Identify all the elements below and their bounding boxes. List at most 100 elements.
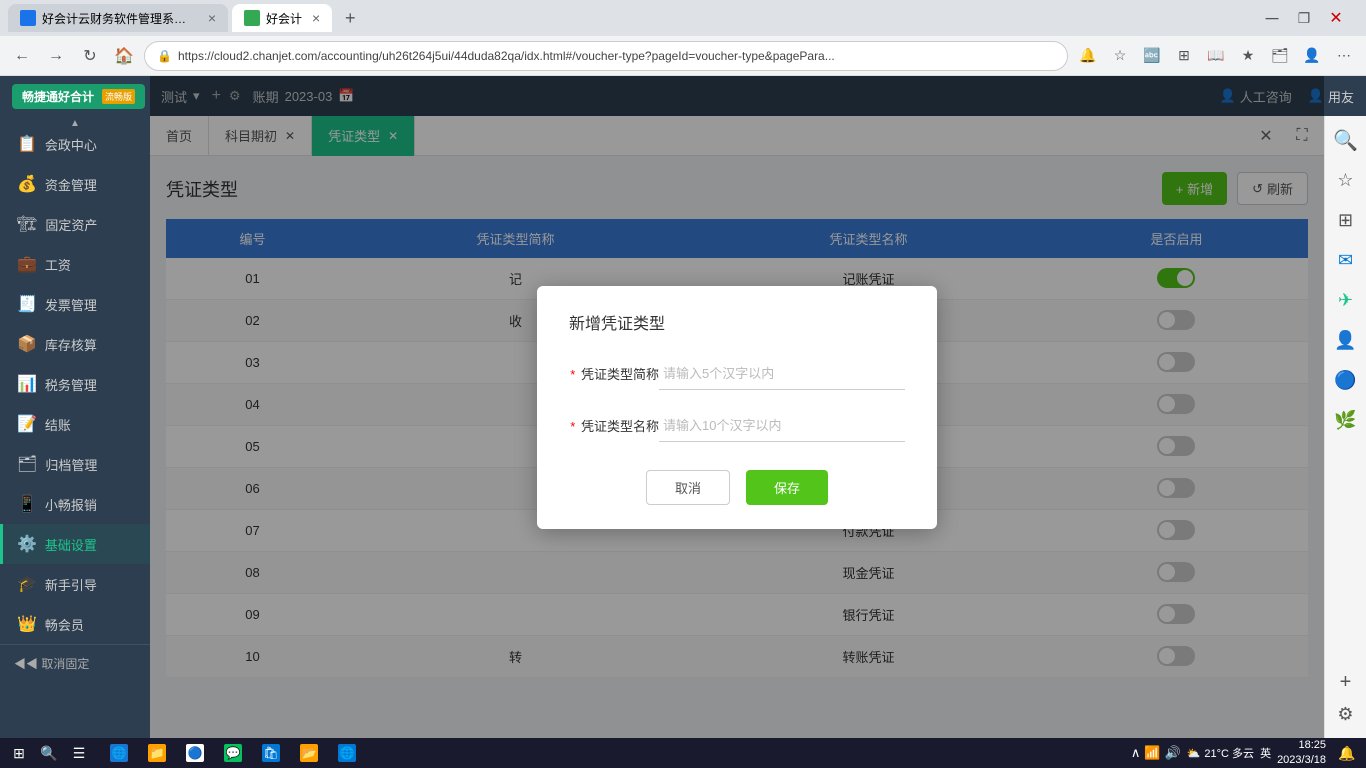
date-display: 2023/3/18 <box>1277 753 1326 768</box>
sidebar-item-label-invoice: 发票管理 <box>45 295 97 314</box>
sidebar-item-salary[interactable]: 💼 工资 <box>0 244 150 284</box>
browser-tab-1[interactable]: 好会计云财务软件管理系统_会计 × <box>8 4 228 32</box>
edge-app-icon: 🌐 <box>338 744 356 762</box>
sidebar-item-label-salary: 工资 <box>45 255 71 274</box>
close-period-icon: 📝 <box>17 414 37 434</box>
logo-badge: 流畅版 <box>102 89 135 104</box>
short-name-label: * 凭证类型简称 <box>569 364 659 383</box>
taskbar-file-app[interactable]: 📂 <box>292 741 326 765</box>
full-name-row: * 凭证类型名称 <box>569 410 905 442</box>
volume-icon[interactable]: 🔊 <box>1165 745 1181 761</box>
cancel-btn[interactable]: 取消 <box>646 470 730 505</box>
browser-tab-2[interactable]: 好会计 × <box>232 4 332 32</box>
sidebar-item-member[interactable]: 👑 畅会员 <box>0 604 150 644</box>
start-btn[interactable]: ⊞ <box>4 741 34 765</box>
sidebar-item-invoice[interactable]: 🧾 发票管理 <box>0 284 150 324</box>
lang-text: 英 <box>1260 745 1271 761</box>
name-label-text: 凭证类型名称 <box>581 419 659 434</box>
taskbar-edge-app[interactable]: 🌐 <box>330 741 364 765</box>
browser-app-icon: 🌐 <box>110 744 128 762</box>
split-view-icon[interactable]: ⊞ <box>1170 42 1198 70</box>
extension-icon[interactable]: 🔔 <box>1074 42 1102 70</box>
sidebar-scroll-top: ▲ <box>0 116 150 124</box>
sidebar-item-archive[interactable]: 🗂 归档管理 <box>0 444 150 484</box>
address-bar: ← → ↻ 🏠 🔒 https://cloud2.chanjet.com/acc… <box>0 36 1366 76</box>
dialog-footer: 取消 保存 <box>569 470 905 505</box>
full-name-label: * 凭证类型名称 <box>569 416 659 435</box>
sidebar-item-capital[interactable]: 💰 资金管理 <box>0 164 150 204</box>
required-star2: * <box>570 419 575 434</box>
sidebar-item-tax[interactable]: 📊 税务管理 <box>0 364 150 404</box>
minimize-btn[interactable]: ─ <box>1258 4 1286 32</box>
taskbar-store-app[interactable]: 🛍 <box>254 741 288 765</box>
sidebar-item-fixed-assets[interactable]: 🏗 固定资产 <box>0 204 150 244</box>
network-icon[interactable]: 📶 <box>1144 745 1160 761</box>
read-mode-icon[interactable]: 📖 <box>1202 42 1230 70</box>
home-btn[interactable]: 🏠 <box>110 42 138 70</box>
url-input[interactable]: 🔒 https://cloud2.chanjet.com/accounting/… <box>144 41 1068 71</box>
inventory-icon: 📦 <box>17 334 37 354</box>
right-panel-bottom: + ⚙ <box>1330 666 1362 730</box>
search-btn[interactable]: 🔍 <box>34 741 64 765</box>
url-text: https://cloud2.chanjet.com/accounting/uh… <box>178 49 835 63</box>
basic-settings-icon: ⚙️ <box>17 534 37 554</box>
right-leaf-icon[interactable]: 🌿 <box>1330 404 1362 436</box>
taskbar-right: ∧ 📶 🔊 ⛅ 21°C 多云 英 18:25 2023/3/18 🔔 <box>1131 738 1362 768</box>
app-logo: 畅捷通好合计 流畅版 <box>12 84 145 109</box>
member-icon: 👑 <box>17 614 37 634</box>
required-star: * <box>570 367 575 382</box>
close-btn[interactable]: ✕ <box>1322 4 1350 32</box>
right-user-icon[interactable]: 👤 <box>1330 324 1362 356</box>
task-view-btn[interactable]: ☰ <box>64 741 94 765</box>
collection-icon[interactable]: 🗂 <box>1266 42 1294 70</box>
full-name-input[interactable] <box>659 410 905 442</box>
tab2-label: 好会计 <box>266 10 302 27</box>
right-settings-icon[interactable]: ⚙ <box>1330 698 1362 730</box>
reload-btn[interactable]: ↻ <box>76 42 104 70</box>
back-btn[interactable]: ← <box>8 42 36 70</box>
right-outlook-icon[interactable]: ✉ <box>1330 244 1362 276</box>
sidebar-item-expense[interactable]: 📱 小畅报销 <box>0 484 150 524</box>
tab-search-icon[interactable]: 🔤 <box>1138 42 1166 70</box>
sidebar-item-close-period[interactable]: 📝 结账 <box>0 404 150 444</box>
sidebar-item-inventory[interactable]: 📦 库存核算 <box>0 324 150 364</box>
browser-action-bar: 🔔 ☆ 🔤 ⊞ 📖 ★ 🗂 👤 ⋯ <box>1074 42 1358 70</box>
taskbar-browser-app[interactable]: 🌐 <box>102 741 136 765</box>
right-add-icon[interactable]: + <box>1330 666 1362 698</box>
capital-icon: 💰 <box>17 174 37 194</box>
sidebar-item-basic-settings[interactable]: ⚙️ 基础设置 <box>0 524 150 564</box>
right-chrome-icon[interactable]: 🔵 <box>1330 364 1362 396</box>
right-send-icon[interactable]: ✈ <box>1330 284 1362 316</box>
taskbar: ⊞ 🔍 ☰ 🌐 📁 🔵 💬 🛍 📂 🌐 ∧ 📶 🔊 <box>0 738 1366 768</box>
taskbar-chrome-app[interactable]: 🔵 <box>178 741 212 765</box>
tab2-favicon <box>244 10 260 26</box>
save-btn[interactable]: 保存 <box>746 470 828 505</box>
sidebar-item-label-expense: 小畅报销 <box>45 495 97 514</box>
keyboard-lang[interactable]: 英 <box>1260 745 1271 761</box>
bookmark-icon[interactable]: ☆ <box>1106 42 1134 70</box>
right-search-icon[interactable]: 🔍 <box>1330 124 1362 156</box>
sidebar-item-guide[interactable]: 🎓 新手引导 <box>0 564 150 604</box>
tab1-close[interactable]: × <box>208 10 216 26</box>
lock-icon: 🔒 <box>157 49 172 63</box>
guide-icon: 🎓 <box>17 574 37 594</box>
fixed-assets-icon: 🏗 <box>17 214 37 234</box>
sidebar-item-label-guide: 新手引导 <box>45 575 97 594</box>
forward-btn[interactable]: → <box>42 42 70 70</box>
sidebar-item-accounting-center[interactable]: 📋 会政中心 <box>0 124 150 164</box>
restore-btn[interactable]: ❐ <box>1290 4 1318 32</box>
right-star-icon[interactable]: ☆ <box>1330 164 1362 196</box>
systray-up-icon[interactable]: ∧ <box>1131 745 1141 761</box>
short-name-input[interactable] <box>659 358 905 390</box>
profile-icon[interactable]: 👤 <box>1298 42 1326 70</box>
cancel-fixed-btn[interactable]: ◀◀ 取消固定 <box>0 644 150 682</box>
right-apps-icon[interactable]: ⊞ <box>1330 204 1362 236</box>
right-panel: 🔍 ☆ ⊞ ✉ ✈ 👤 🔵 🌿 + ⚙ <box>1324 116 1366 738</box>
notification-btn[interactable]: 🔔 <box>1332 741 1362 765</box>
taskbar-explorer-app[interactable]: 📁 <box>140 741 174 765</box>
taskbar-wechat-app[interactable]: 💬 <box>216 741 250 765</box>
tab2-close[interactable]: × <box>312 10 320 26</box>
new-tab-btn[interactable]: + <box>336 4 364 32</box>
more-icon[interactable]: ⋯ <box>1330 42 1358 70</box>
fav-icon[interactable]: ★ <box>1234 42 1262 70</box>
